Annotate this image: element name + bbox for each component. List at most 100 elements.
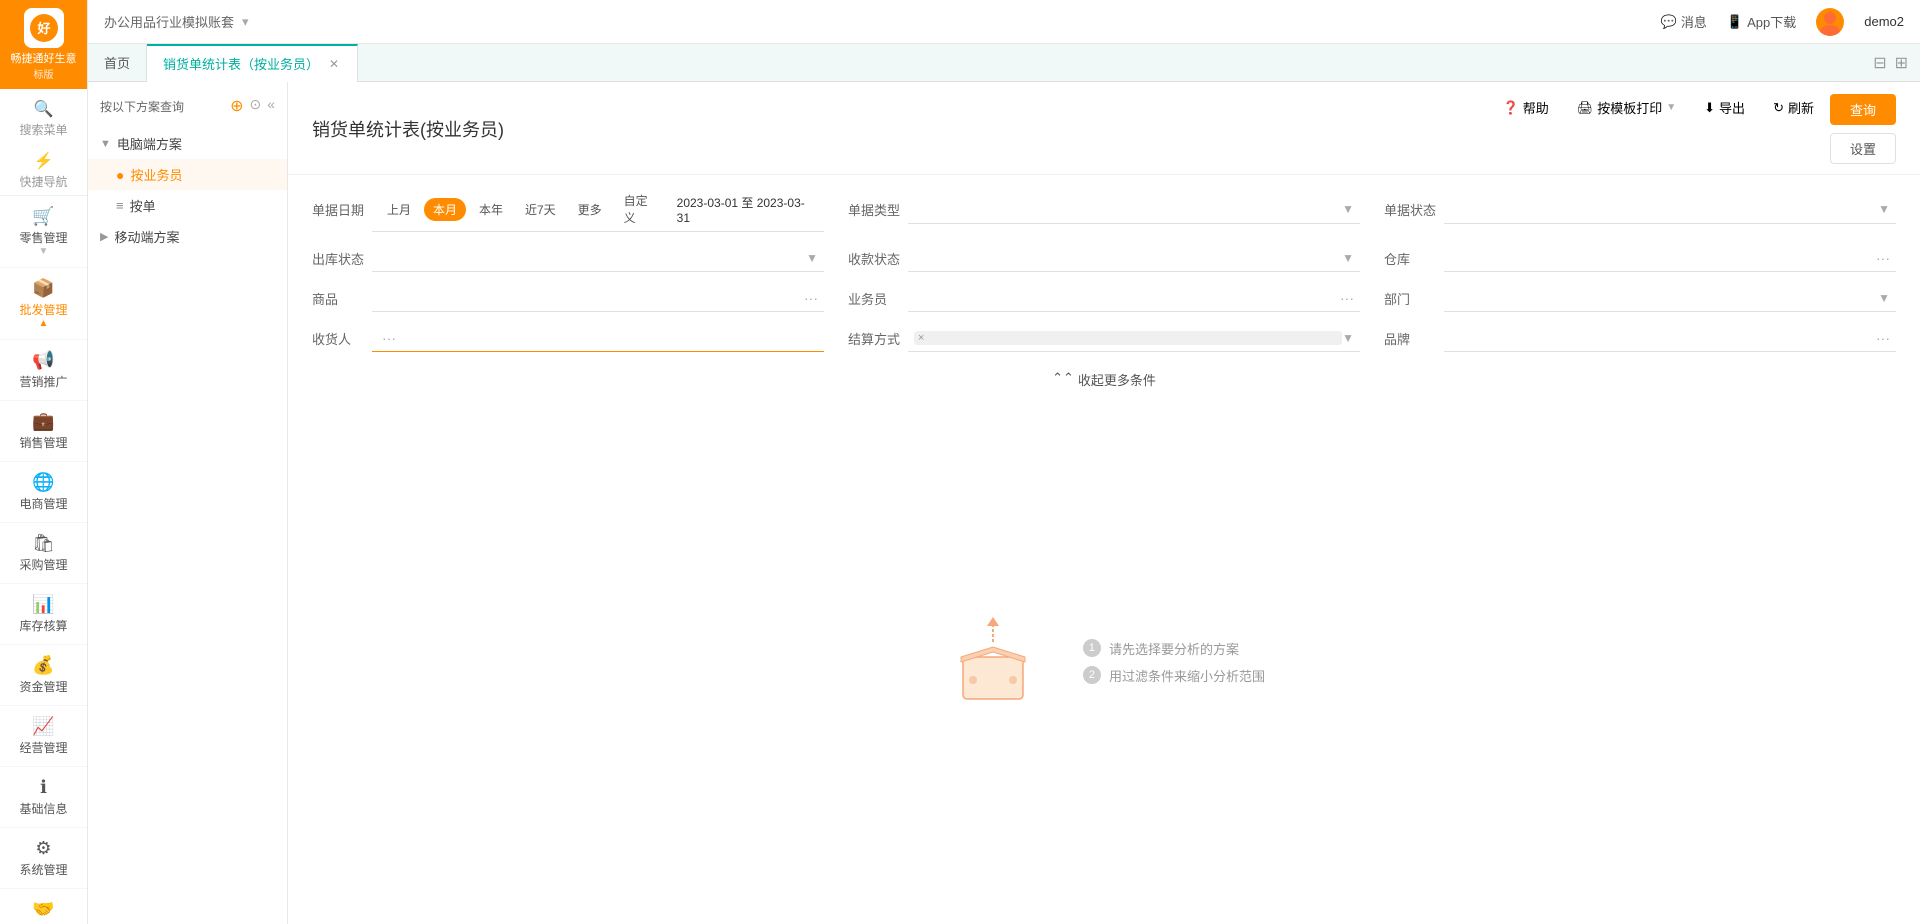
quick-nav-btn[interactable]: ⚡ 快捷导航: [0, 143, 87, 196]
sidebar-item-inventory[interactable]: 📊 库存核算: [0, 584, 87, 645]
doc-type-field: 单据类型 ▼: [848, 196, 1360, 224]
date-btn-this-year[interactable]: 本年: [470, 198, 512, 221]
out-status-select[interactable]: ▼: [372, 244, 824, 272]
active-scheme-icon: ●: [116, 167, 124, 183]
tab-sales-stat-label: 销货单统计表（按业务员）: [163, 54, 319, 73]
department-select[interactable]: ▼: [1444, 284, 1896, 312]
tab-maximize-btn[interactable]: ⊞: [1895, 53, 1908, 73]
settlement-label: 结算方式: [848, 329, 908, 348]
brand-field: 品牌 ···: [1384, 324, 1896, 352]
date-btn-this-month[interactable]: 本月: [424, 198, 466, 221]
sidebar-item-purchase[interactable]: 🛍 采购管理: [0, 523, 87, 584]
app-download-btn[interactable]: 📱 App下载: [1727, 12, 1796, 31]
pay-status-select[interactable]: ▼: [908, 244, 1360, 272]
edit-scheme-btn[interactable]: ⊙: [249, 96, 261, 116]
tree-child-order[interactable]: ≡ 按单: [88, 190, 287, 221]
receiver-input[interactable]: ···: [372, 324, 824, 352]
date-btn-custom[interactable]: 自定义: [615, 189, 669, 229]
sidebar-item-ecommerce[interactable]: 🌐 电商管理: [0, 462, 87, 523]
out-status-arrow: ▼: [806, 251, 818, 265]
tree-desktop-label: 电脑端方案: [117, 134, 182, 153]
collapse-panel-btn[interactable]: «: [267, 96, 275, 116]
warehouse-dots[interactable]: ···: [1876, 250, 1890, 266]
sidebar-logo: 好 畅捷通好生意 标版: [0, 0, 87, 89]
staff-select[interactable]: ···: [908, 284, 1360, 312]
goods-label: 商品: [312, 289, 372, 308]
pay-status-arrow: ▼: [1342, 251, 1354, 265]
search-menu-btn[interactable]: 🔍 搜索菜单: [0, 89, 87, 143]
settlement-select[interactable]: × ▼: [908, 324, 1360, 352]
help-btn[interactable]: ❓ 帮助: [1495, 94, 1557, 121]
date-btn-last-month[interactable]: 上月: [378, 198, 420, 221]
sidebar: 好 畅捷通好生意 标版 🔍 搜索菜单 ⚡ 快捷导航 🛒 零售管理 ▼ 📦 批发管…: [0, 0, 88, 924]
date-field: 单据日期 上月 本月 本年 近7天 更多 自定义 2023-03-01 至 20…: [312, 187, 824, 232]
order-icon: ≡: [116, 198, 124, 213]
template-print-btn[interactable]: 🖨 按模板打印 ▼: [1569, 94, 1684, 121]
filter-row-4: 收货人 ··· 结算方式 ×: [312, 324, 1896, 352]
doc-status-select[interactable]: ▼: [1444, 196, 1896, 224]
tab-close-btn[interactable]: ✕: [327, 55, 341, 73]
settings-button[interactable]: 设置: [1830, 133, 1896, 164]
sidebar-item-retail[interactable]: 🛒 零售管理 ▼: [0, 196, 87, 268]
sidebar-item-basic[interactable]: ℹ 基础信息: [0, 767, 87, 828]
brand-dots[interactable]: ···: [1876, 330, 1890, 346]
message-label: 消息: [1681, 12, 1707, 31]
sidebar-item-wholesale[interactable]: 📦 批发管理 ▲: [0, 268, 87, 340]
settlement-value: ×: [914, 331, 1342, 345]
top-app-name: 办公用品行业模拟账套: [104, 12, 234, 31]
header-left: 办公用品行业模拟账套 ▾: [104, 12, 249, 31]
sidebar-item-marketing[interactable]: 📢 营销推广: [0, 340, 87, 401]
tree-mobile[interactable]: ▶ 移动端方案: [88, 221, 287, 252]
settlement-tag: ×: [914, 331, 1342, 345]
doc-type-select[interactable]: ▼: [908, 196, 1360, 224]
sidebar-item-finance[interactable]: 💰 资金管理: [0, 645, 87, 706]
user-avatar[interactable]: [1816, 8, 1844, 36]
tab-controls: ⊟ ⊞: [1873, 53, 1920, 73]
tree-desktop[interactable]: ▼ 电脑端方案: [88, 128, 287, 159]
goods-select[interactable]: ···: [372, 284, 824, 312]
department-field: 部门 ▼: [1384, 284, 1896, 312]
sidebar-item-sales[interactable]: 💼 销售管理: [0, 401, 87, 462]
warehouse-select[interactable]: ···: [1444, 244, 1896, 272]
query-button[interactable]: 查询: [1830, 94, 1896, 125]
svg-text:好: 好: [36, 21, 50, 36]
doc-type-label: 单据类型: [848, 200, 908, 219]
right-panel: 销货单统计表(按业务员) ❓ 帮助 🖨 按模板打印 ▼: [288, 82, 1920, 924]
pay-status-field: 收款状态 ▼: [848, 244, 1360, 272]
receiver-dots[interactable]: ···: [382, 330, 396, 346]
export-btn[interactable]: ⬇ 导出: [1696, 94, 1753, 121]
sidebar-item-operation[interactable]: 📈 经营管理: [0, 706, 87, 767]
collapse-btn[interactable]: ⌃⌃ 收起更多条件: [312, 364, 1896, 399]
refresh-btn[interactable]: ↻ 刷新: [1765, 94, 1822, 121]
add-scheme-btn[interactable]: ⊕: [230, 96, 243, 116]
out-status-field: 出库状态 ▼: [312, 244, 824, 272]
settlement-field: 结算方式 × ▼: [848, 324, 1360, 352]
settlement-tag-close[interactable]: ×: [918, 332, 924, 344]
tab-minimize-btn[interactable]: ⊟: [1873, 53, 1886, 73]
top-header: 办公用品行业模拟账套 ▾ 💬 消息 📱 App下载 demo2: [88, 0, 1920, 44]
tree-desktop-arrow: ▼: [100, 138, 111, 150]
date-btn-7days[interactable]: 近7天: [516, 198, 565, 221]
tree-child-sales-staff-label: 按业务员: [130, 165, 182, 184]
empty-state: 1 请先选择要分析的方案 2 用过滤条件来缩小分析范围: [288, 399, 1920, 924]
header-dropdown-icon[interactable]: ▾: [242, 14, 249, 30]
brand-select[interactable]: ···: [1444, 324, 1896, 352]
staff-dots[interactable]: ···: [1340, 290, 1354, 306]
sidebar-item-system[interactable]: ⚙ 系统管理: [0, 828, 87, 889]
out-status-label: 出库状态: [312, 249, 372, 268]
user-name[interactable]: demo2: [1864, 14, 1904, 29]
main-area: 办公用品行业模拟账套 ▾ 💬 消息 📱 App下载 demo2 首页: [88, 0, 1920, 924]
tab-home[interactable]: 首页: [88, 44, 147, 82]
date-btn-more[interactable]: 更多: [569, 198, 611, 221]
department-label: 部门: [1384, 289, 1444, 308]
tree-child-sales-staff[interactable]: ● 按业务员: [88, 159, 287, 190]
date-input-wrap[interactable]: 上月 本月 本年 近7天 更多 自定义 2023-03-01 至 2023-03…: [372, 187, 824, 232]
goods-field: 商品 ···: [312, 284, 824, 312]
warehouse-field: 仓库 ···: [1384, 244, 1896, 272]
empty-hint-1: 1 请先选择要分析的方案: [1083, 639, 1265, 658]
sidebar-item-enterprise[interactable]: 🤝 企业协同: [0, 889, 87, 924]
tab-sales-stat[interactable]: 销货单统计表（按业务员） ✕: [147, 44, 358, 82]
message-btn[interactable]: 💬 消息: [1661, 12, 1707, 31]
goods-dots[interactable]: ···: [804, 290, 818, 306]
receiver-label: 收货人: [312, 329, 372, 348]
